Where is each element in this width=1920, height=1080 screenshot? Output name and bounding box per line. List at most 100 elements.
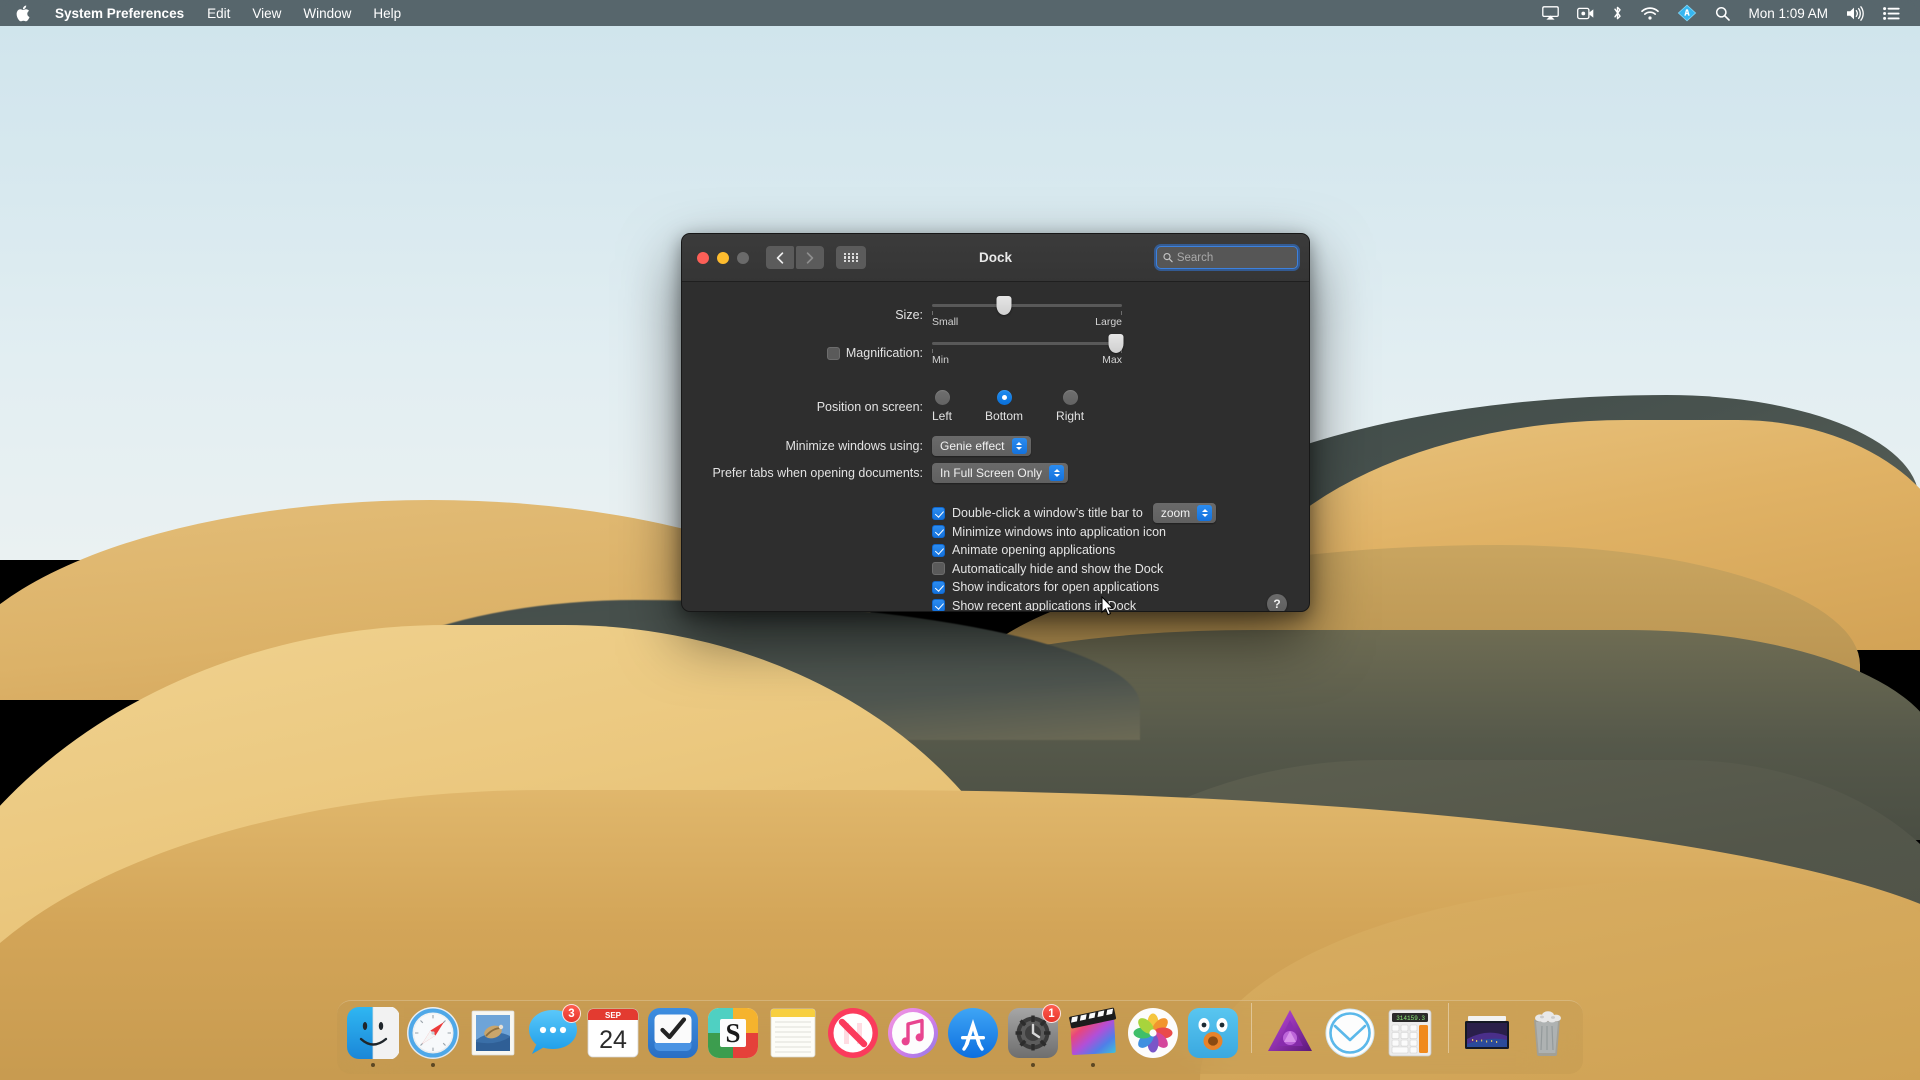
dock-item-itunes[interactable] [883,1006,943,1067]
magnification-slider[interactable]: Min Max [932,334,1124,366]
photos-icon[interactable] [1126,1006,1180,1060]
dock-item-news[interactable] [823,1006,883,1067]
menu-item-help[interactable]: Help [362,0,412,26]
chevron-right-icon[interactable] [796,246,824,269]
finder-icon[interactable] [346,1006,400,1060]
dock-item-downloads[interactable] [1457,1006,1517,1067]
position-option-bottom[interactable]: Bottom [985,390,1023,423]
system-preferences-icon[interactable]: 1 [1006,1004,1061,1060]
dock-item-final-cut-pro[interactable] [1063,1006,1123,1067]
wifi-icon[interactable] [1632,0,1668,26]
close-button[interactable] [697,251,709,264]
dock-item-photos[interactable] [1123,1006,1183,1067]
menu-item-window[interactable]: Window [292,0,362,26]
search-input[interactable] [1176,251,1291,264]
search-icon[interactable] [1706,0,1739,26]
control-center-icon[interactable] [1874,0,1909,26]
magnification-label-cell: Magnification: [682,346,932,361]
zoom-button[interactable] [737,251,749,264]
help-button[interactable]: ? [1267,594,1287,611]
prefer-tabs-dropdown[interactable]: In Full Screen Only [932,463,1069,483]
checkbox-animate-opening[interactable] [932,543,945,557]
dock-item-airmail[interactable] [1320,1006,1380,1067]
running-indicator [1031,1063,1035,1067]
airmail-icon[interactable] [1323,1006,1377,1060]
messages-icon[interactable]: 3 [526,1004,581,1060]
dock-item-tweetbot[interactable] [1183,1006,1243,1067]
dock-item-trash[interactable] [1517,1006,1577,1067]
radio-right[interactable] [1062,390,1078,405]
dock-item-notes[interactable] [763,1006,823,1067]
checkbox-row-show-indicators: Show indicators for open applications [932,578,1309,597]
dock-item-messages[interactable]: 3 [523,1004,583,1067]
final-cut-pro-icon[interactable] [1066,1006,1120,1060]
dock-item-calendar[interactable]: SEP 24 [583,1006,643,1067]
dock-item-things[interactable] [643,1006,703,1067]
airplay-icon[interactable] [1533,0,1568,26]
notes-icon[interactable] [766,1006,820,1060]
menu-item-edit[interactable]: Edit [196,0,241,26]
checkbox-double-click[interactable] [932,506,945,520]
position-option-left[interactable]: Left [932,390,952,423]
checkbox-auto-hide[interactable] [932,562,945,576]
checkbox-show-recent[interactable] [932,599,945,611]
size-slider[interactable]: Small Large [932,296,1122,328]
slack-icon[interactable]: S [706,1006,760,1060]
volume-icon[interactable] [1837,0,1874,26]
app-diamond-icon[interactable] [1668,0,1706,26]
menu-bar-clock[interactable]: Mon 1:09 AM [1739,0,1837,26]
calendar-icon[interactable]: SEP 24 [586,1006,640,1060]
menu-item-view[interactable]: View [241,0,292,26]
apple-logo-icon[interactable] [0,0,43,26]
affinity-photo-icon[interactable] [1263,1006,1317,1060]
dock-item-app-store[interactable] [943,1006,1003,1067]
radio-bottom[interactable] [996,390,1012,405]
running-indicator [1091,1063,1095,1067]
mail-icon[interactable] [466,1006,520,1060]
tweetbot-icon[interactable] [1186,1006,1240,1060]
screen-record-icon[interactable] [1568,0,1603,26]
dock-item-system-preferences[interactable]: 1 [1003,1004,1063,1067]
app-store-icon[interactable] [946,1006,1000,1060]
menu-item-app-name[interactable]: System Preferences [43,0,196,26]
show-all-grid-icon[interactable] [836,246,866,269]
magnification-min-label: Min [932,354,949,366]
search-field[interactable] [1157,247,1297,268]
size-slider-track[interactable] [932,296,1122,315]
downloads-stack-icon[interactable] [1460,1006,1514,1060]
position-label-bottom: Bottom [985,409,1024,423]
dock-preferences-window: Dock Size: Small [681,233,1310,612]
size-slider-thumb[interactable] [996,296,1012,315]
minimize-button[interactable] [717,251,729,264]
magnification-slider-thumb[interactable] [1108,334,1124,353]
dock: 3 SEP 24 S 1 314159.3 [337,1000,1583,1074]
chevron-left-icon[interactable] [766,246,794,269]
double-click-action-dropdown[interactable]: zoom [1152,503,1217,524]
search-container [1157,247,1297,268]
magnification-checkbox[interactable] [826,347,840,361]
minimize-effect-dropdown[interactable]: Genie effect [932,436,1031,456]
position-option-right[interactable]: Right [1056,390,1084,423]
dock-item-affinity-photo[interactable] [1260,1006,1320,1067]
safari-icon[interactable] [406,1006,460,1060]
dock-item-finder[interactable] [343,1006,403,1067]
calculator-icon[interactable]: 314159.3 [1383,1006,1437,1060]
checkbox-minimize-into-icon[interactable] [932,525,945,539]
dock-item-mail[interactable] [463,1006,523,1067]
news-icon[interactable] [826,1006,880,1060]
dock-item-slack[interactable]: S [703,1006,763,1067]
dock-item-safari[interactable] [403,1006,463,1067]
magnification-setting-row: Magnification: Min Max [682,334,1309,366]
bluetooth-icon[interactable] [1603,0,1632,26]
menu-bar-left: System Preferences Edit View Window Help [0,0,412,26]
itunes-icon[interactable] [886,1006,940,1060]
window-titlebar[interactable]: Dock [682,234,1309,282]
chevron-updown-icon [1049,465,1065,481]
trash-icon[interactable] [1520,1006,1574,1060]
checkbox-label-animate-opening: Animate opening applications [952,543,1116,558]
things-icon[interactable] [646,1006,700,1060]
checkbox-show-indicators[interactable] [932,580,945,594]
radio-left[interactable] [934,390,950,405]
dock-item-calculator[interactable]: 314159.3 [1380,1006,1440,1067]
magnification-slider-track[interactable] [932,334,1124,353]
